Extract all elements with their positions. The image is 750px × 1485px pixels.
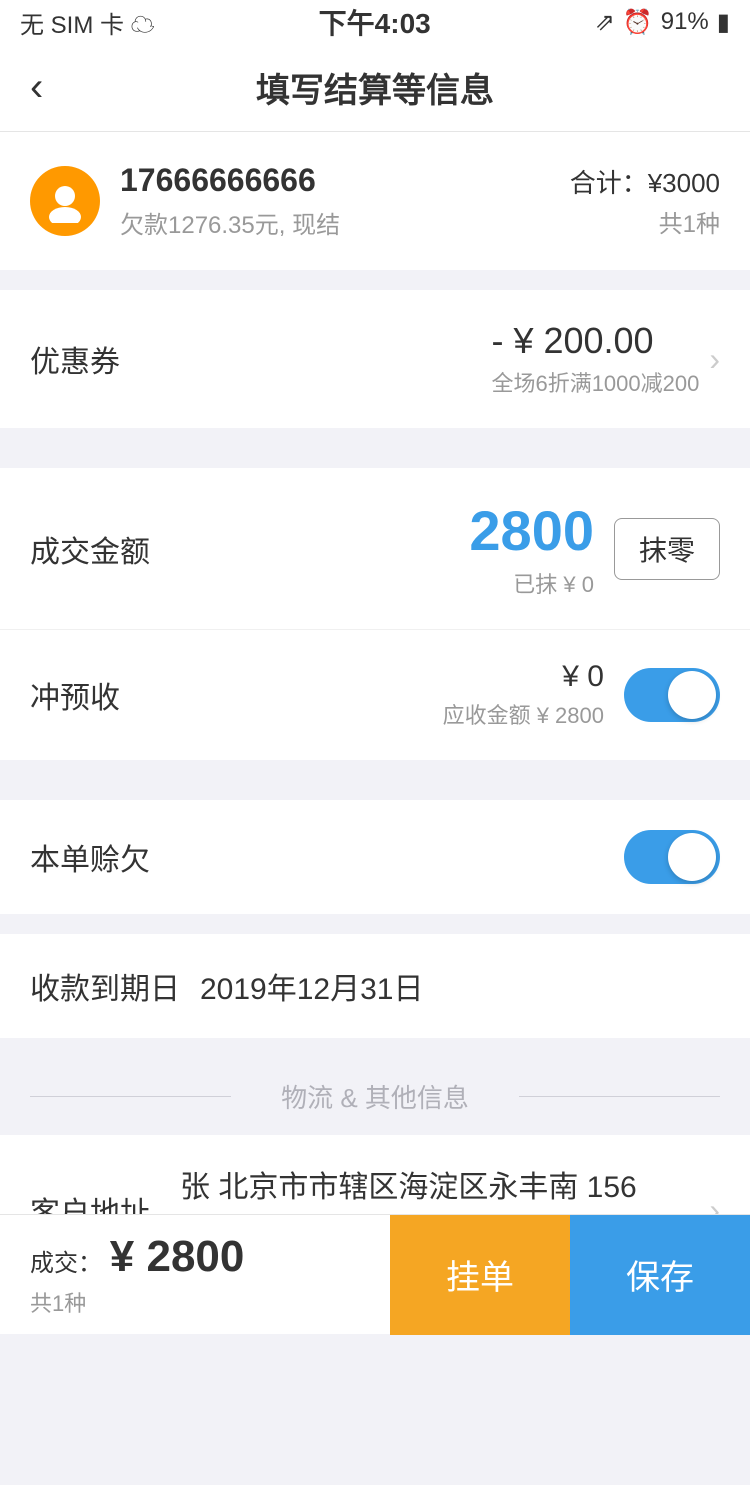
bottom-deal-amount: ¥ 2800 — [110, 1232, 245, 1281]
prepay-right: ¥ 0 应收金额 ¥ 2800 — [443, 660, 720, 730]
total-count: 共1种 — [570, 204, 720, 239]
duedate-label: 收款到期日 — [30, 964, 180, 1008]
page-title: 填写结算等信息 — [256, 63, 494, 112]
deal-sub: 已抹 ¥ 0 — [469, 567, 594, 599]
duedate-value: 2019年12月31日 — [200, 964, 423, 1008]
duedate-row: 收款到期日 2019年12月31日 — [0, 934, 750, 1038]
sim-label: 无 SIM 卡 ☁ — [20, 5, 155, 40]
navigation-icon: ⇗ — [595, 8, 615, 37]
coupon-amount: - ¥ 200.00 — [491, 320, 699, 362]
pending-button[interactable]: 挂单 — [390, 1215, 570, 1335]
customer-total: 合计：¥3000 共1种 — [570, 163, 720, 239]
coupon-right: - ¥ 200.00 全场6折满1000减200 › — [491, 320, 720, 398]
coupon-row[interactable]: 优惠券 - ¥ 200.00 全场6折满1000减200 › — [0, 290, 750, 428]
deal-right: 2800 已抹 ¥ 0 抹零 — [469, 498, 720, 599]
coupon-label: 优惠券 — [30, 337, 120, 381]
bottom-deal-label: 成交： — [30, 1250, 102, 1277]
deal-label: 成交金额 — [30, 527, 150, 571]
logistics-line-right — [519, 1096, 720, 1097]
avatar — [30, 166, 100, 236]
credit-toggle[interactable] — [624, 830, 720, 884]
customer-phone: 17666666666 — [120, 162, 340, 199]
alarm-icon: ⏰ — [623, 8, 653, 37]
section-divider-2 — [0, 780, 750, 800]
deal-amount-row: 成交金额 2800 已抹 ¥ 0 抹零 — [0, 468, 750, 629]
status-left: 无 SIM 卡 ☁ — [20, 5, 155, 40]
battery-icon: ▮ — [717, 8, 730, 37]
deal-amount: 2800 — [469, 498, 594, 563]
customer-info-left: 17666666666 欠款1276.35元, 现结 — [30, 162, 340, 240]
save-button[interactable]: 保存 — [570, 1215, 750, 1335]
logistics-line-left — [30, 1096, 231, 1097]
prepay-label: 冲预收 — [30, 673, 120, 717]
toggle-knob — [668, 671, 716, 719]
logistics-divider: 物流 & 其他信息 — [0, 1058, 750, 1135]
coupon-sub: 全场6折满1000减200 — [491, 366, 699, 398]
nav-bar: ‹ 填写结算等信息 — [0, 44, 750, 132]
status-bar: 无 SIM 卡 ☁ 下午4:03 ⇗ ⏰ 91% ▮ — [0, 0, 750, 44]
prepay-toggle[interactable] — [624, 668, 720, 722]
credit-row: 本单赊欠 — [0, 800, 750, 914]
status-time: 下午4:03 — [319, 2, 431, 42]
prepay-row: 冲预收 ¥ 0 应收金额 ¥ 2800 — [0, 629, 750, 760]
bottom-deal-count: 共1种 — [30, 1286, 360, 1318]
back-button[interactable]: ‹ — [30, 65, 43, 110]
coupon-section: 优惠券 - ¥ 200.00 全场6折满1000减200 › — [0, 290, 750, 428]
battery-label: 91% — [661, 8, 709, 36]
round-off-button[interactable]: 抹零 — [614, 518, 720, 580]
customer-row: 17666666666 欠款1276.35元, 现结 合计：¥3000 共1种 — [0, 132, 750, 270]
bottom-summary: 成交： ¥ 2800 共1种 — [0, 1232, 390, 1318]
status-right: ⇗ ⏰ 91% ▮ — [595, 8, 730, 37]
section-divider-1 — [0, 448, 750, 468]
credit-label: 本单赊欠 — [30, 835, 150, 879]
prepay-amount: ¥ 0 — [443, 660, 604, 694]
customer-sub: 欠款1276.35元, 现结 — [120, 205, 340, 240]
prepay-sub: 应收金额 ¥ 2800 — [443, 698, 604, 730]
logistics-label: 物流 & 其他信息 — [281, 1078, 469, 1115]
deal-section: 成交金额 2800 已抹 ¥ 0 抹零 冲预收 ¥ 0 应收金额 ¥ 2800 — [0, 468, 750, 760]
credit-toggle-knob — [668, 833, 716, 881]
bottom-deal-row: 成交： ¥ 2800 — [30, 1232, 360, 1282]
bottom-bar: 成交： ¥ 2800 共1种 挂单 保存 — [0, 1214, 750, 1334]
total-label: 合计：¥3000 — [570, 163, 720, 200]
customer-details: 17666666666 欠款1276.35元, 现结 — [120, 162, 340, 240]
chevron-right-icon: › — [709, 341, 720, 378]
